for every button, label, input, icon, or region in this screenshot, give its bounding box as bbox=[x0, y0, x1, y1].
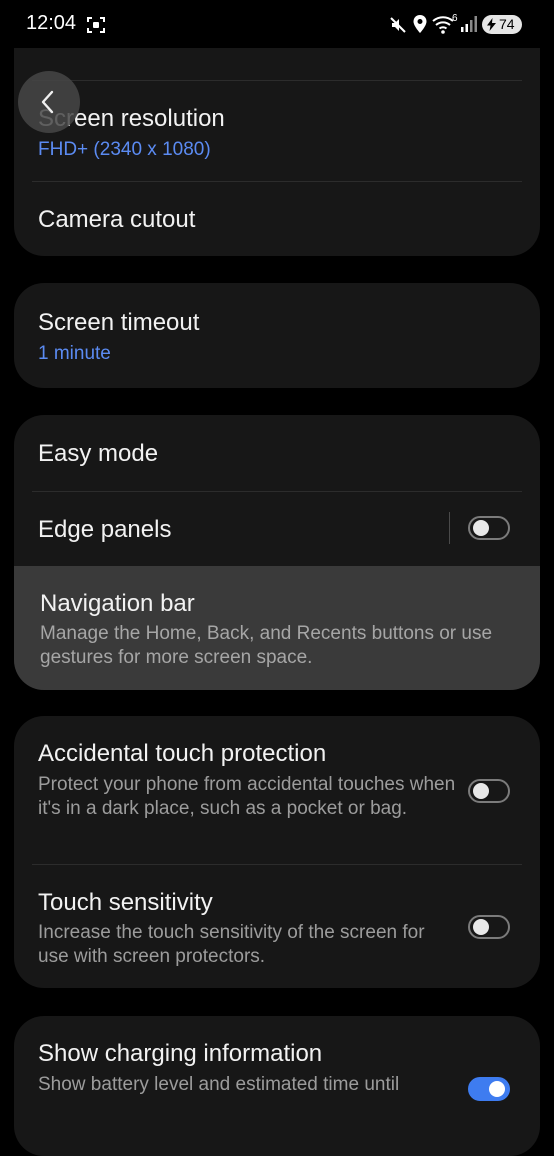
network-type-label: 6 bbox=[452, 13, 458, 24]
screen-timeout-title: Screen timeout bbox=[38, 309, 200, 336]
edge-panels-title: Edge panels bbox=[38, 516, 172, 543]
charging-info-description: Show battery level and estimated time un… bbox=[38, 1074, 400, 1095]
charging-info-toggle[interactable] bbox=[468, 1077, 510, 1101]
edge-panels-item[interactable]: Edge panels bbox=[14, 492, 540, 566]
signal-icon bbox=[461, 16, 477, 32]
accidental-touch-toggle[interactable] bbox=[468, 779, 510, 803]
toggle-knob bbox=[473, 919, 489, 935]
charging-info-title: Show charging information bbox=[38, 1040, 323, 1067]
navigation-card: Easy mode Edge panels Navigation bar Man… bbox=[14, 415, 540, 690]
back-arrow-icon bbox=[41, 90, 54, 114]
wifi-icon bbox=[432, 16, 454, 34]
easy-mode-item[interactable]: Easy mode bbox=[14, 415, 540, 491]
battery-level: 74 bbox=[499, 16, 515, 32]
screen-resolution-item[interactable]: Screen resolution FHD+ (2340 x 1080) bbox=[14, 81, 540, 181]
screen-timeout-item[interactable]: Screen timeout 1 minute bbox=[14, 283, 540, 388]
back-button[interactable] bbox=[18, 71, 80, 133]
navigation-bar-title: Navigation bar bbox=[40, 590, 195, 617]
vertical-separator bbox=[449, 512, 450, 544]
accidental-touch-item[interactable]: Accidental touch protection Protect your… bbox=[14, 716, 540, 864]
accidental-touch-description: Protect your phone from accidental touch… bbox=[38, 774, 456, 819]
toggle-knob bbox=[473, 783, 489, 799]
navigation-bar-description: Manage the Home, Back, and Recents butto… bbox=[40, 623, 493, 668]
screen-timeout-card: Screen timeout 1 minute bbox=[14, 283, 540, 388]
easy-mode-title: Easy mode bbox=[38, 440, 159, 467]
touch-sensitivity-title: Touch sensitivity bbox=[38, 889, 213, 916]
status-bar: 12:04 6 74 bbox=[0, 0, 554, 48]
touch-settings-card: Accidental touch protection Protect your… bbox=[14, 716, 540, 988]
touch-sensitivity-toggle[interactable] bbox=[468, 915, 510, 939]
battery-charging-icon: 74 bbox=[482, 15, 522, 34]
charging-info-item[interactable]: Show charging information Show battery l… bbox=[14, 1016, 540, 1156]
touch-sensitivity-item[interactable]: Touch sensitivity Increase the touch sen… bbox=[14, 865, 540, 988]
camera-cutout-item[interactable]: Camera cutout bbox=[14, 182, 540, 256]
charging-card: Show charging information Show battery l… bbox=[14, 1016, 540, 1156]
edge-panels-toggle[interactable] bbox=[468, 516, 510, 540]
screenshot-icon bbox=[87, 17, 105, 33]
toggle-knob bbox=[473, 520, 489, 536]
location-icon bbox=[413, 15, 427, 33]
toggle-knob bbox=[489, 1081, 505, 1097]
accidental-touch-title: Accidental touch protection bbox=[38, 740, 327, 767]
touch-sensitivity-description: Increase the touch sensitivity of the sc… bbox=[38, 922, 425, 967]
camera-cutout-title: Camera cutout bbox=[38, 206, 196, 233]
screen-timeout-value: 1 minute bbox=[38, 343, 111, 364]
status-time: 12:04 bbox=[26, 12, 77, 34]
screen-resolution-value: FHD+ (2340 x 1080) bbox=[38, 139, 211, 160]
mute-icon bbox=[390, 17, 406, 33]
navigation-bar-item[interactable]: Navigation bar Manage the Home, Back, an… bbox=[14, 566, 540, 690]
